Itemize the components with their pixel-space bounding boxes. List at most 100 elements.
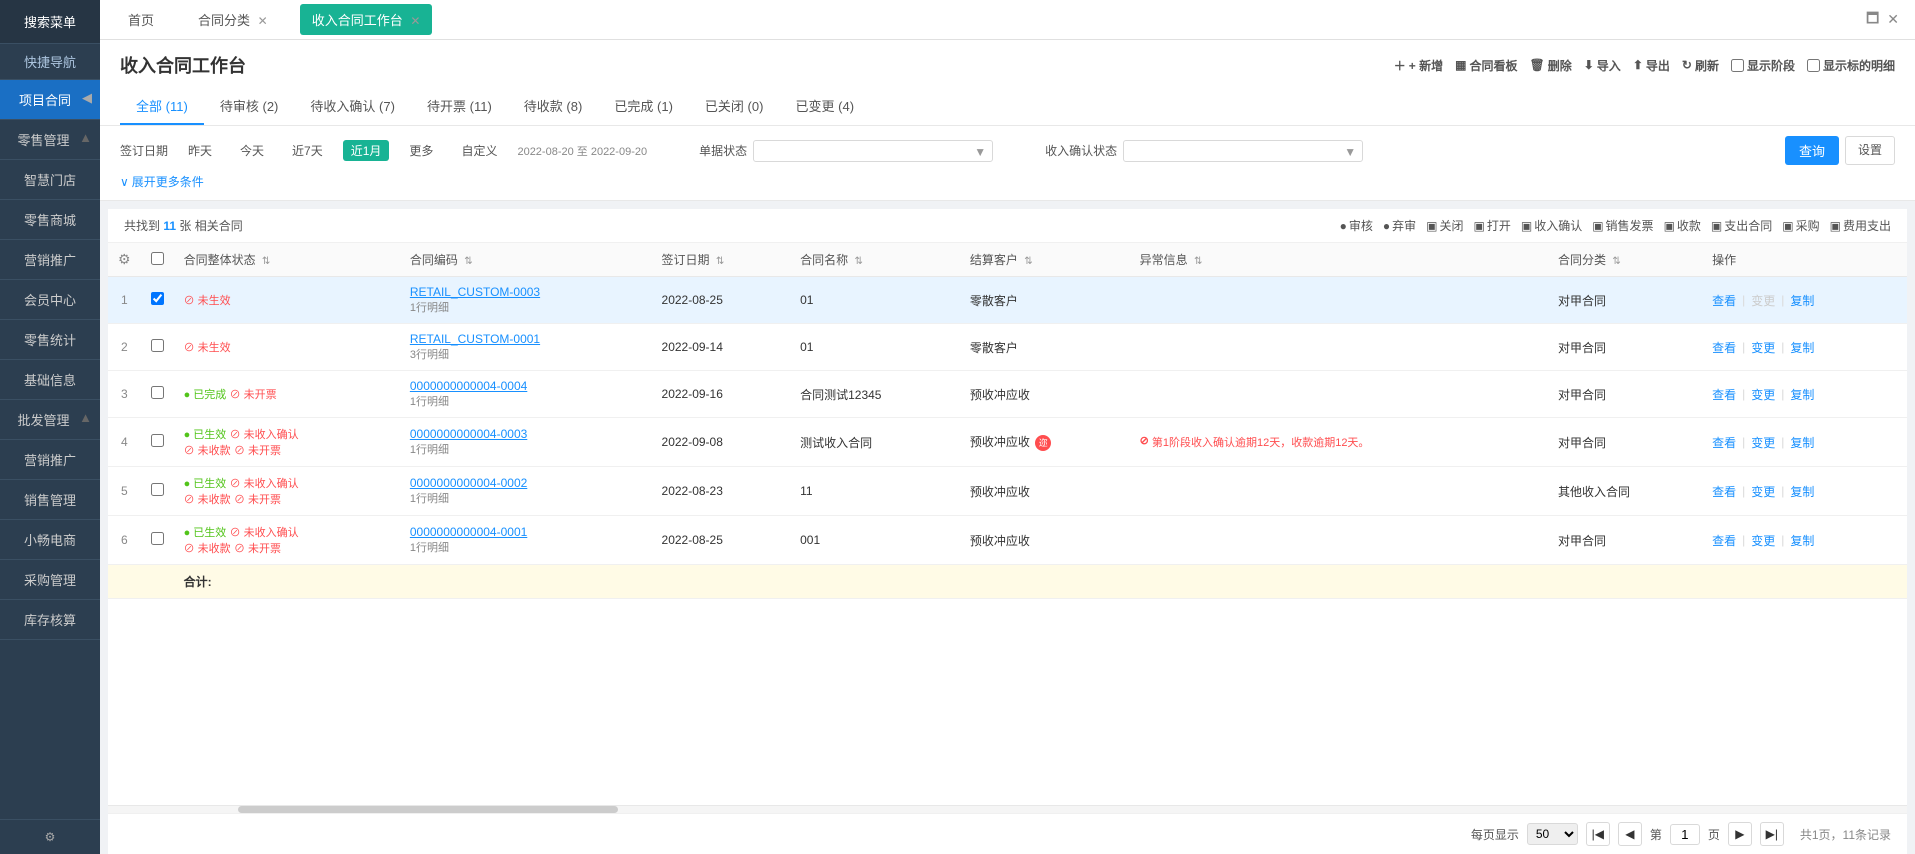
tab-pending-review[interactable]: 待审核 (2) — [204, 88, 295, 125]
h-scroll-thumb[interactable] — [238, 806, 618, 813]
doc-status-select[interactable]: ▼ — [753, 140, 993, 162]
action-change[interactable]: 变更 — [1751, 339, 1775, 356]
action-expense-contract[interactable]: ▣ 支出合同 — [1711, 217, 1772, 234]
page-current-input[interactable] — [1670, 824, 1700, 845]
show-cols-checkbox[interactable]: 显示阶段 — [1731, 57, 1795, 74]
row-checkbox[interactable] — [151, 434, 164, 447]
tab-pending-invoice[interactable]: 待开票 (11) — [411, 88, 508, 125]
receipt-status-select[interactable]: ▼ — [1123, 140, 1363, 162]
sidebar-item-basic-info[interactable]: 基础信息 — [0, 360, 100, 400]
action-view[interactable]: 查看 — [1712, 292, 1736, 309]
sidebar-item-sales-mgmt[interactable]: 销售管理 — [0, 480, 100, 520]
new-button[interactable]: ＋ + 新增 — [1394, 57, 1443, 74]
tab-completed[interactable]: 已完成 (1) — [598, 88, 689, 125]
import-button[interactable]: ⬇ 导入 — [1584, 57, 1621, 74]
tab-income-workbench[interactable]: 收入合同工作台 ✕ — [300, 4, 433, 35]
action-copy[interactable]: 复制 — [1790, 339, 1814, 356]
action-change[interactable]: 变更 — [1751, 434, 1775, 451]
action-copy[interactable]: 复制 — [1790, 434, 1814, 451]
action-abandon-review[interactable]: ● 弃审 — [1383, 217, 1416, 234]
contract-link[interactable]: RETAIL_CUSTOM-0003 — [410, 285, 540, 299]
sort-date-icon[interactable]: ⇅ — [716, 256, 724, 267]
window-close-icon[interactable]: ✕ — [1887, 11, 1899, 28]
action-change[interactable]: 变更 — [1751, 483, 1775, 500]
contract-link[interactable]: 0000000000004-0002 — [410, 476, 527, 490]
action-view[interactable]: 查看 — [1712, 483, 1736, 500]
row-checkbox[interactable] — [151, 483, 164, 496]
action-close[interactable]: ▣ 关闭 — [1426, 217, 1463, 234]
sidebar-item-xpc[interactable]: 小畅电商 — [0, 520, 100, 560]
date-btn-yesterday[interactable]: 昨天 — [180, 140, 220, 161]
action-income-confirm[interactable]: ▣ 收入确认 — [1521, 217, 1582, 234]
action-copy[interactable]: 复制 — [1790, 386, 1814, 403]
action-sales-invoice[interactable]: ▣ 销售发票 — [1592, 217, 1653, 234]
show-detail-input[interactable] — [1807, 59, 1820, 72]
refresh-button[interactable]: ↻ 刷新 — [1682, 57, 1719, 74]
action-view[interactable]: 查看 — [1712, 532, 1736, 549]
sort-warning-icon[interactable]: ⇅ — [1194, 256, 1202, 267]
date-btn-7days[interactable]: 近7天 — [284, 140, 331, 161]
tab-contract-category[interactable]: 合同分类 ✕ — [186, 0, 280, 39]
tab-changed[interactable]: 已变更 (4) — [779, 88, 870, 125]
action-view[interactable]: 查看 — [1712, 434, 1736, 451]
sort-name-icon[interactable]: ⇅ — [854, 256, 862, 267]
tab-all[interactable]: 全部 (11) — [120, 88, 204, 125]
sidebar-item-smart-store[interactable]: 智慧门店 — [0, 160, 100, 200]
action-review[interactable]: ● 审核 — [1340, 217, 1373, 234]
sort-category-icon[interactable]: ⇅ — [1612, 256, 1620, 267]
sidebar-item-member[interactable]: 会员中心 — [0, 280, 100, 320]
contract-link[interactable]: 0000000000004-0001 — [410, 525, 527, 539]
dashboard-button[interactable]: ▦ 合同看板 — [1455, 57, 1517, 74]
action-purchase[interactable]: ▣ 采购 — [1782, 217, 1819, 234]
action-view[interactable]: 查看 — [1712, 386, 1736, 403]
action-change[interactable]: 变更 — [1751, 532, 1775, 549]
page-last-button[interactable]: ▶| — [1760, 822, 1784, 846]
sidebar-item-marketing2[interactable]: 营销推广 — [0, 440, 100, 480]
sort-status-icon[interactable]: ⇅ — [262, 256, 270, 267]
select-all-checkbox[interactable] — [151, 252, 164, 265]
action-copy[interactable]: 复制 — [1790, 532, 1814, 549]
action-open[interactable]: ▣ 打开 — [1473, 217, 1510, 234]
sidebar-item-project[interactable]: 项目合同 ◀ — [0, 80, 100, 120]
date-btn-custom[interactable]: 自定义 — [453, 140, 505, 161]
sort-code-icon[interactable]: ⇅ — [464, 256, 472, 267]
sidebar-item-retail-mgmt[interactable]: 零售管理 ▲ — [0, 120, 100, 160]
action-copy[interactable]: 复制 — [1790, 292, 1814, 309]
tab-contract-category-close[interactable]: ✕ — [258, 14, 268, 28]
action-change[interactable]: 变更 — [1751, 386, 1775, 403]
sidebar-item-marketing1[interactable]: 营销推广 — [0, 240, 100, 280]
action-copy[interactable]: 复制 — [1790, 483, 1814, 500]
page-prev-button[interactable]: ◀ — [1618, 822, 1642, 846]
horizontal-scrollbar[interactable] — [108, 805, 1907, 813]
row-checkbox[interactable] — [151, 532, 164, 545]
delete-button[interactable]: 🗑 删除 — [1529, 57, 1571, 74]
date-btn-1month[interactable]: 近1月 — [343, 140, 390, 161]
search-button[interactable]: 查询 — [1785, 136, 1839, 165]
show-cols-input[interactable] — [1731, 59, 1744, 72]
expand-more-button[interactable]: ∨ 展开更多条件 — [120, 173, 204, 190]
date-btn-more[interactable]: 更多 — [401, 140, 441, 161]
contract-link[interactable]: 0000000000004-0004 — [410, 379, 527, 393]
export-button[interactable]: ⬆ 导出 — [1633, 57, 1670, 74]
table-scroll[interactable]: ⚙ 合同整体状态 ⇅ 合同编码 ⇅ — [108, 243, 1907, 805]
action-payment[interactable]: ▣ 收款 — [1664, 217, 1701, 234]
tab-income-workbench-close[interactable]: ✕ — [410, 14, 420, 28]
settings-button[interactable]: 设置 — [1845, 136, 1895, 165]
row-checkbox[interactable] — [151, 386, 164, 399]
page-first-button[interactable]: |◀ — [1586, 822, 1610, 846]
sidebar-item-purchase[interactable]: 采购管理 — [0, 560, 100, 600]
page-next-button[interactable]: ▶ — [1728, 822, 1752, 846]
tab-home[interactable]: 首页 — [116, 0, 166, 39]
window-restore-icon[interactable]: 🗖 — [1866, 8, 1879, 32]
sidebar-search[interactable]: 搜索菜单 — [0, 0, 100, 44]
action-expense-out[interactable]: ▣ 费用支出 — [1830, 217, 1891, 234]
tab-closed[interactable]: 已关闭 (0) — [689, 88, 780, 125]
action-view[interactable]: 查看 — [1712, 339, 1736, 356]
tab-pending-payment[interactable]: 待收款 (8) — [508, 88, 599, 125]
row-checkbox[interactable] — [151, 339, 164, 352]
sidebar-item-retail-stat[interactable]: 零售统计 — [0, 320, 100, 360]
contract-link[interactable]: 0000000000004-0003 — [410, 427, 527, 441]
sidebar-settings-icon[interactable]: ⚙ — [0, 819, 100, 854]
table-gear-icon[interactable]: ⚙ — [118, 251, 131, 267]
page-size-select[interactable]: 50 100 200 — [1527, 823, 1578, 845]
